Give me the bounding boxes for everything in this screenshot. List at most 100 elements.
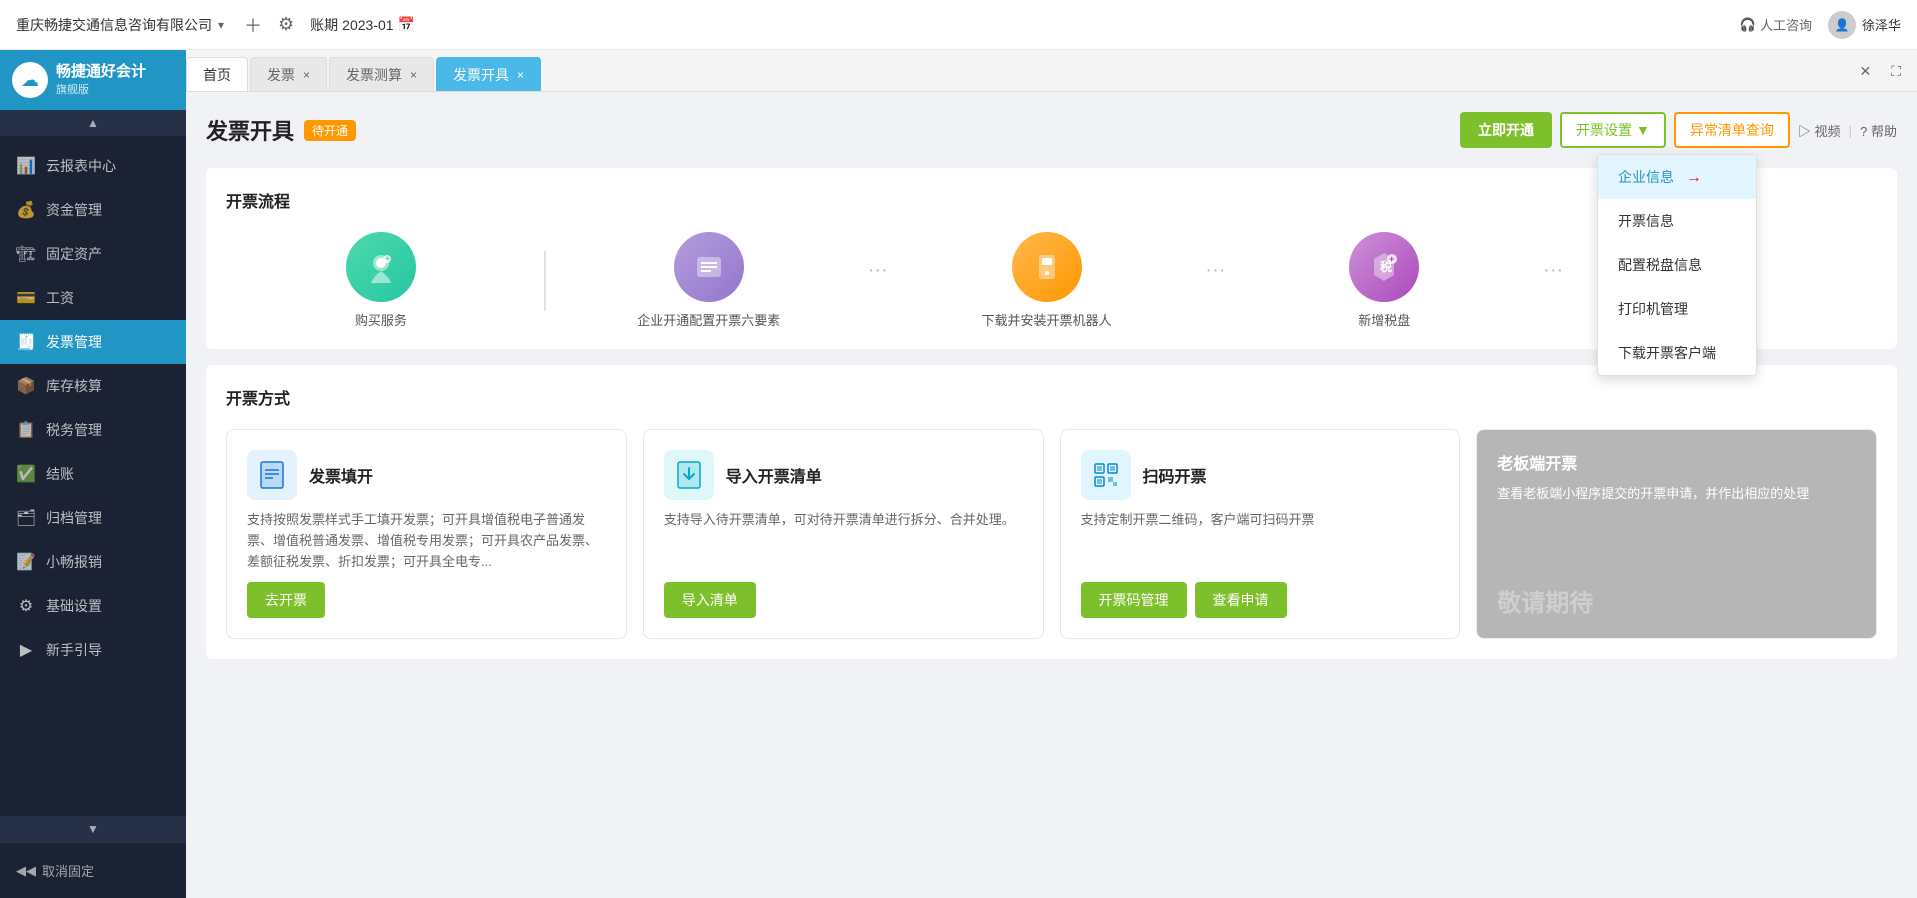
sidebar-item-shuiwu[interactable]: 📋 税务管理 [0,408,186,452]
gear-icon: ⚙ [16,596,36,616]
divider: | [1849,122,1853,138]
top-bar-right: 🎧 人工咨询 👤 徐泽华 [1740,11,1901,39]
manual-invoice-button[interactable]: 去开票 [247,582,325,618]
user-info[interactable]: 👤 徐泽华 [1828,11,1901,39]
import-invoice-icon [664,450,714,500]
scan-invoice-buttons: 开票码管理 查看申请 [1081,582,1440,618]
method-card-boss: 老板端开票 查看老板端小程序提交的开票申请，并作出相应的处理 敬请期待 [1476,429,1877,639]
close-button[interactable]: ✕ [1851,59,1879,84]
import-invoice-button[interactable]: 导入清单 [664,582,756,618]
flow-arrow-3: ··· [1205,259,1225,302]
consultant-button[interactable]: 🎧 人工咨询 [1740,15,1812,34]
sidebar-item-label: 小畅报销 [46,552,102,572]
pin-icon: ◀◀ [16,863,36,879]
sidebar-item-zijin[interactable]: 💰 资金管理 [0,188,186,232]
tab-invoice-calc-close[interactable]: × [410,69,417,81]
dropdown-item-label: 配置税盘信息 [1618,257,1702,273]
status-badge: 待开通 [304,120,356,141]
tax-icon: 📋 [16,420,36,440]
money-icon: 💰 [16,200,36,220]
main-layout: ☁ 畅捷通好会计 旗舰版 ▲ 📊 云报表中心 💰 资金管理 🏗 固定资产 [0,50,1917,898]
sidebar-scroll-up-button[interactable]: ▲ [0,110,186,136]
dropdown-item-printer[interactable]: 打印机管理 [1598,287,1756,331]
logo-text-area: 畅捷通好会计 旗舰版 [56,63,146,97]
sidebar-item-label: 归档管理 [46,508,102,528]
tab-invoice-calc[interactable]: 发票测算 × [329,57,434,91]
tab-invoice-issue[interactable]: 发票开具 × [436,57,541,91]
dropdown-item-label: 企业信息 [1618,169,1674,185]
archive-icon: 🗂 [16,508,36,528]
boss-overlay-text: 敬请期待 [1497,583,1856,618]
chart-icon: 📊 [16,156,36,176]
scan-invoice-desc: 支持定制开票二维码，客户端可扫码开票 [1081,510,1440,572]
flow-step-label-3: 下载并安装开票机器人 [982,310,1112,329]
exception-list-button[interactable]: 异常清单查询 [1674,112,1790,148]
dropdown-item-enterprise[interactable]: 企业信息 → [1598,155,1756,199]
tab-invoice-close[interactable]: × [303,69,310,81]
play-icon: ▶ [16,640,36,660]
chevron-up-icon: ▲ [87,116,99,130]
svg-text:+: + [1389,254,1394,264]
sidebar-item-kucun[interactable]: 📦 库存核算 [0,364,186,408]
flow-step-2: 企业开通配置开票六要素 [554,232,864,329]
sidebar-item-gudingzichan[interactable]: 🏗 固定资产 [0,232,186,276]
svg-text:+: + [385,254,390,263]
header-buttons: 立即开通 开票设置 ▼ 异常清单查询 ▷ 视频 | ? 帮助 企业信息 → [1460,112,1897,148]
settings-dropdown: 企业信息 → 开票信息 配置税盘信息 打印机管理 下 [1597,154,1757,376]
dropdown-item-taxdisk[interactable]: 配置税盘信息 [1598,243,1756,287]
sidebar-item-yunbao[interactable]: 📊 云报表中心 [0,144,186,188]
add-company-button[interactable]: ＋ [240,8,266,42]
sidebar-item-jichushezhi[interactable]: ⚙ 基础设置 [0,584,186,628]
sidebar-items: 📊 云报表中心 💰 资金管理 🏗 固定资产 💳 工资 🧾 发票管理 📦 [0,136,186,816]
video-button[interactable]: ▷ 视频 [1798,121,1841,140]
tab-invoice-issue-close[interactable]: × [517,69,524,81]
flow-step-1: + 购买服务 [226,232,536,329]
cancel-pin-button[interactable]: ◀◀ 取消固定 [0,851,186,890]
manual-invoice-desc: 支持按照发票样式手工填开发票；可开具增值税电子普通发票、增值税普通发票、增值税专… [247,510,606,572]
sidebar-item-label: 云报表中心 [46,156,116,176]
sidebar-scroll-down-button[interactable]: ▼ [0,816,186,842]
methods-section: 开票方式 发票填开 支持按照发票样式手工填开发票；可开具增值税电子普通发票、增值… [206,365,1897,659]
settings-button[interactable]: 开票设置 ▼ [1560,112,1666,148]
maximize-button[interactable]: ⛶ [1883,59,1909,84]
chevron-down-icon: ▼ [1636,122,1650,138]
activate-button[interactable]: 立即开通 [1460,112,1552,148]
tab-home[interactable]: 首页 [186,57,248,91]
sidebar-item-label: 基础设置 [46,596,102,616]
cancel-pin-label: 取消固定 [42,861,94,880]
settings-icon-button[interactable]: ⚙ [274,10,298,39]
settings-button-label: 开票设置 [1576,120,1632,140]
page-title-area: 发票开具 待开通 [206,114,356,146]
sidebar-item-xiaochang[interactable]: 📝 小畅报销 [0,540,186,584]
tab-invoice[interactable]: 发票 × [250,57,327,91]
company-selector[interactable]: 重庆畅捷交通信息咨询有限公司 ▾ [16,15,224,35]
tab-invoice-calc-label: 发票测算 [346,65,402,85]
dropdown-item-download[interactable]: 下载开票客户端 [1598,331,1756,375]
sidebar-item-fapiao[interactable]: 🧾 发票管理 [0,320,186,364]
tab-invoice-label: 发票 [267,65,295,85]
methods-grid: 发票填开 支持按照发票样式手工填开发票；可开具增值税电子普通发票、增值税普通发票… [226,429,1877,639]
sidebar-item-gongzi[interactable]: 💳 工资 [0,276,186,320]
top-bar-actions: ＋ ⚙ [240,8,298,42]
logo-icon: ☁ [12,62,48,98]
method-card-scan: 扫码开票 支持定制开票二维码，客户端可扫码开票 开票码管理 查看申请 [1060,429,1461,639]
flow-step-label-2: 企业开通配置开票六要素 [637,310,780,329]
dropdown-item-invoice-info[interactable]: 开票信息 [1598,199,1756,243]
chevron-down-icon: ▼ [87,822,99,836]
avatar: 👤 [1828,11,1856,39]
flow-step-icon-4: 税+ [1349,232,1419,302]
help-button[interactable]: ? 帮助 [1860,121,1897,140]
sidebar-item-label: 税务管理 [46,420,102,440]
view-apply-button[interactable]: 查看申请 [1195,582,1287,618]
sidebar-item-xinshouyin[interactable]: ▶ 新手引导 [0,628,186,672]
scan-invoice-button[interactable]: 开票码管理 [1081,582,1187,618]
method-card-import-header: 导入开票清单 [664,450,1023,500]
sidebar-item-jiezhang[interactable]: ✅ 结账 [0,452,186,496]
sidebar-item-label: 固定资产 [46,244,102,264]
sidebar-item-label: 库存核算 [46,376,102,396]
sidebar-logo[interactable]: ☁ 畅捷通好会计 旗舰版 [0,50,186,110]
sidebar: ☁ 畅捷通好会计 旗舰版 ▲ 📊 云报表中心 💰 资金管理 🏗 固定资产 [0,50,186,898]
building-icon: 🏗 [16,244,36,264]
sidebar-item-guidang[interactable]: 🗂 归档管理 [0,496,186,540]
flow-step-4: 税+ 新增税盘 [1229,232,1539,329]
